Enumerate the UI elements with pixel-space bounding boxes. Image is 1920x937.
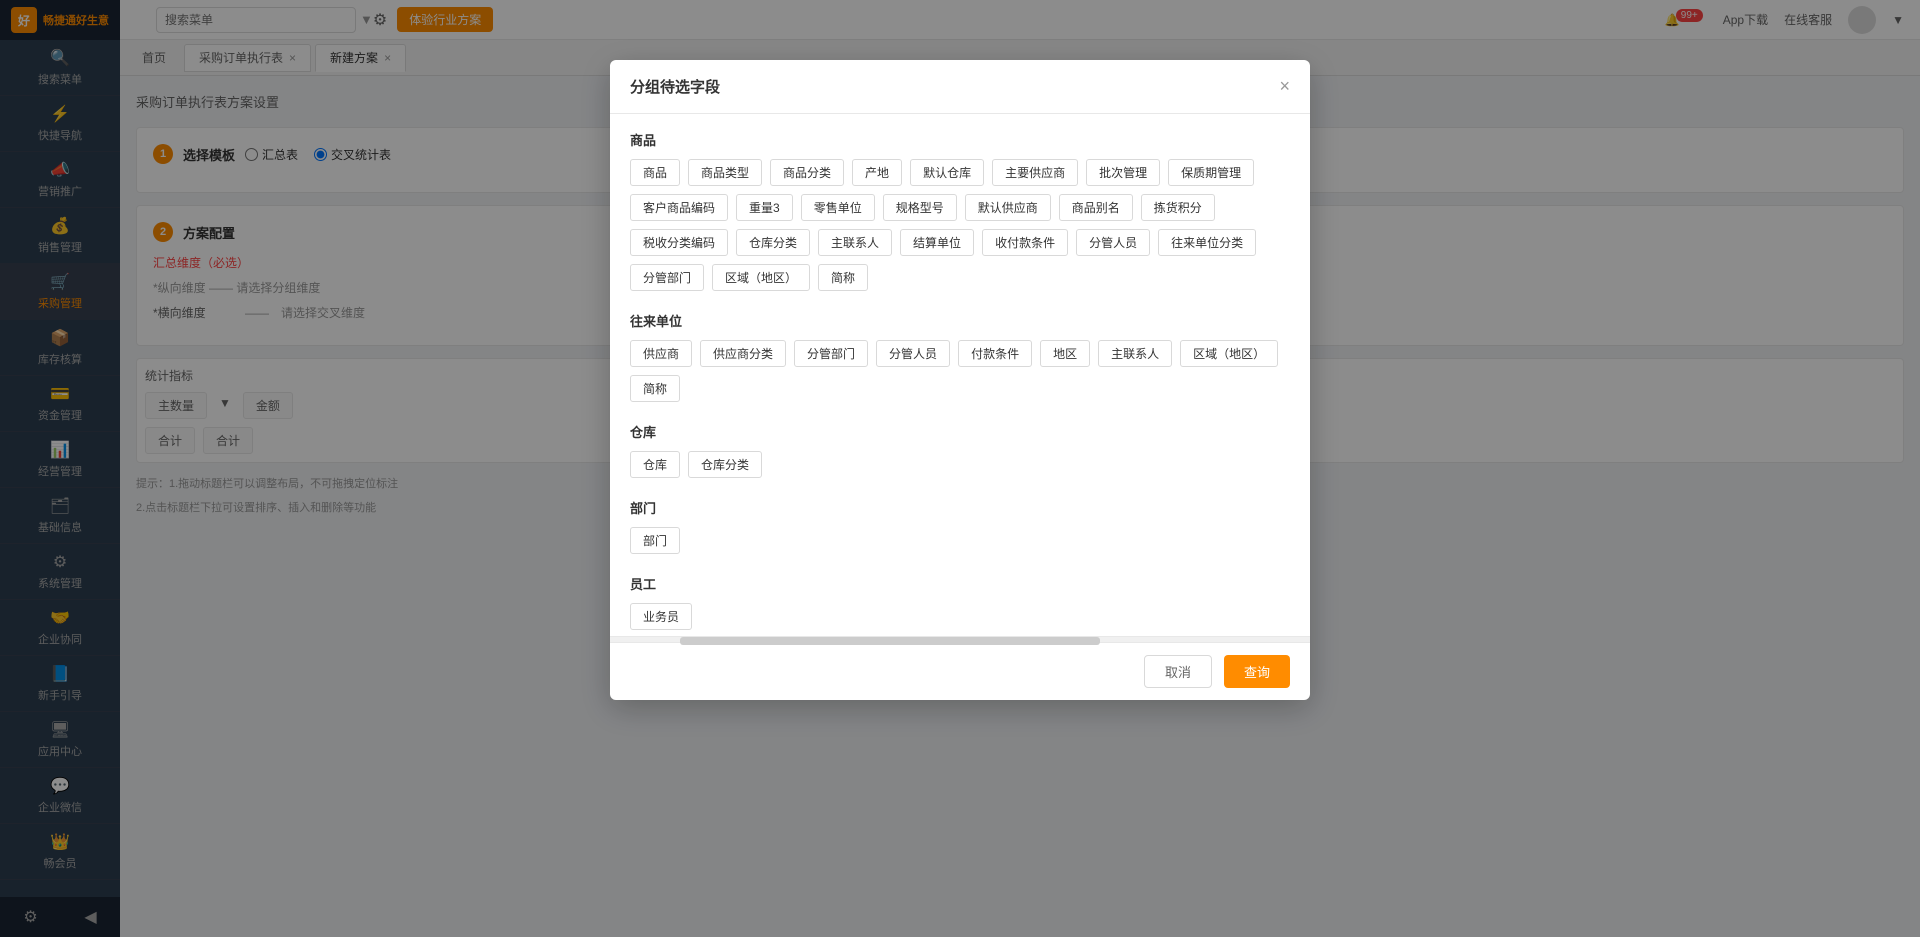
chip-batch-mgmt[interactable]: 批次管理 bbox=[1086, 159, 1160, 186]
chip-supervisor2[interactable]: 分管人员 bbox=[876, 340, 950, 367]
chip-main-contact2[interactable]: 主联系人 bbox=[1098, 340, 1172, 367]
chip-product-alias[interactable]: 商品别名 bbox=[1059, 194, 1133, 221]
modal-body: 商品 商品 商品类型 商品分类 产地 默认仓库 主要供应商 批次管理 保质期管理… bbox=[610, 114, 1310, 636]
chip-salesperson[interactable]: 业务员 bbox=[630, 603, 692, 630]
field-group-counterparty: 往来单位 供应商 供应商分类 分管部门 分管人员 付款条件 地区 主联系人 区域… bbox=[630, 311, 1290, 402]
confirm-button[interactable]: 查询 bbox=[1224, 655, 1290, 688]
chip-warehouse[interactable]: 仓库 bbox=[630, 451, 680, 478]
chip-warehouse-cat[interactable]: 仓库分类 bbox=[688, 451, 762, 478]
modal-close-btn[interactable]: × bbox=[1279, 76, 1290, 97]
field-group-department: 部门 部门 bbox=[630, 498, 1290, 554]
chip-settlement-unit[interactable]: 结算单位 bbox=[900, 229, 974, 256]
chip-short-name[interactable]: 简称 bbox=[818, 264, 868, 291]
chip-main-contact[interactable]: 主联系人 bbox=[818, 229, 892, 256]
chip-dept-managed[interactable]: 分管部门 bbox=[630, 264, 704, 291]
modal-horizontal-scrollbar[interactable] bbox=[610, 636, 1310, 642]
chip-weight[interactable]: 重量3 bbox=[736, 194, 793, 221]
field-group-title-counterparty: 往来单位 bbox=[630, 311, 1290, 330]
cancel-button[interactable]: 取消 bbox=[1144, 655, 1212, 688]
field-group-staff: 员工 业务员 bbox=[630, 574, 1290, 630]
chip-main-supplier[interactable]: 主要供应商 bbox=[992, 159, 1078, 186]
modal-overlay: 分组待选字段 × 商品 商品 商品类型 商品分类 产地 默认仓库 主要供应商 批… bbox=[0, 0, 1920, 937]
chip-warehouse-category[interactable]: 仓库分类 bbox=[736, 229, 810, 256]
field-group-title-warehouse: 仓库 bbox=[630, 422, 1290, 441]
field-group-warehouse: 仓库 仓库 仓库分类 bbox=[630, 422, 1290, 478]
chip-region[interactable]: 区域（地区） bbox=[712, 264, 810, 291]
chip-supplier-category[interactable]: 供应商分类 bbox=[700, 340, 786, 367]
chip-retail-unit[interactable]: 零售单位 bbox=[801, 194, 875, 221]
chip-short-name2[interactable]: 简称 bbox=[630, 375, 680, 402]
modal-hscroll-thumb bbox=[680, 637, 1100, 645]
chip-supervisor[interactable]: 分管人员 bbox=[1076, 229, 1150, 256]
chip-payment-condition[interactable]: 付款条件 bbox=[958, 340, 1032, 367]
chip-dept-managed2[interactable]: 分管部门 bbox=[794, 340, 868, 367]
modal-footer: 取消 查询 bbox=[610, 642, 1310, 700]
chip-counterparty-category[interactable]: 往来单位分类 bbox=[1158, 229, 1256, 256]
field-chips-product: 商品 商品类型 商品分类 产地 默认仓库 主要供应商 批次管理 保质期管理 客户… bbox=[630, 159, 1290, 291]
field-group-title-product: 商品 bbox=[630, 130, 1290, 149]
field-group-title-staff: 员工 bbox=[630, 574, 1290, 593]
chip-department[interactable]: 部门 bbox=[630, 527, 680, 554]
modal-header: 分组待选字段 × bbox=[610, 60, 1310, 114]
chip-tax-code[interactable]: 税收分类编码 bbox=[630, 229, 728, 256]
field-select-modal: 分组待选字段 × 商品 商品 商品类型 商品分类 产地 默认仓库 主要供应商 批… bbox=[610, 60, 1310, 700]
modal-title: 分组待选字段 bbox=[630, 76, 720, 97]
field-chips-staff: 业务员 bbox=[630, 603, 1290, 630]
field-group-title-department: 部门 bbox=[630, 498, 1290, 517]
chip-supplier[interactable]: 供应商 bbox=[630, 340, 692, 367]
chip-pick-points[interactable]: 拣货积分 bbox=[1141, 194, 1215, 221]
chip-payment-terms[interactable]: 收付款条件 bbox=[982, 229, 1068, 256]
chip-spec-model[interactable]: 规格型号 bbox=[883, 194, 957, 221]
field-chips-department: 部门 bbox=[630, 527, 1290, 554]
chip-region2[interactable]: 区域（地区） bbox=[1180, 340, 1278, 367]
chip-origin[interactable]: 产地 bbox=[852, 159, 902, 186]
chip-shelf-life[interactable]: 保质期管理 bbox=[1168, 159, 1254, 186]
chip-product[interactable]: 商品 bbox=[630, 159, 680, 186]
chip-default-supplier[interactable]: 默认供应商 bbox=[965, 194, 1051, 221]
field-chips-counterparty: 供应商 供应商分类 分管部门 分管人员 付款条件 地区 主联系人 区域（地区） … bbox=[630, 340, 1290, 402]
field-group-product: 商品 商品 商品类型 商品分类 产地 默认仓库 主要供应商 批次管理 保质期管理… bbox=[630, 130, 1290, 291]
field-chips-warehouse: 仓库 仓库分类 bbox=[630, 451, 1290, 478]
chip-customer-code[interactable]: 客户商品编码 bbox=[630, 194, 728, 221]
chip-default-warehouse[interactable]: 默认仓库 bbox=[910, 159, 984, 186]
chip-product-category[interactable]: 商品分类 bbox=[770, 159, 844, 186]
chip-product-type[interactable]: 商品类型 bbox=[688, 159, 762, 186]
chip-area[interactable]: 地区 bbox=[1040, 340, 1090, 367]
